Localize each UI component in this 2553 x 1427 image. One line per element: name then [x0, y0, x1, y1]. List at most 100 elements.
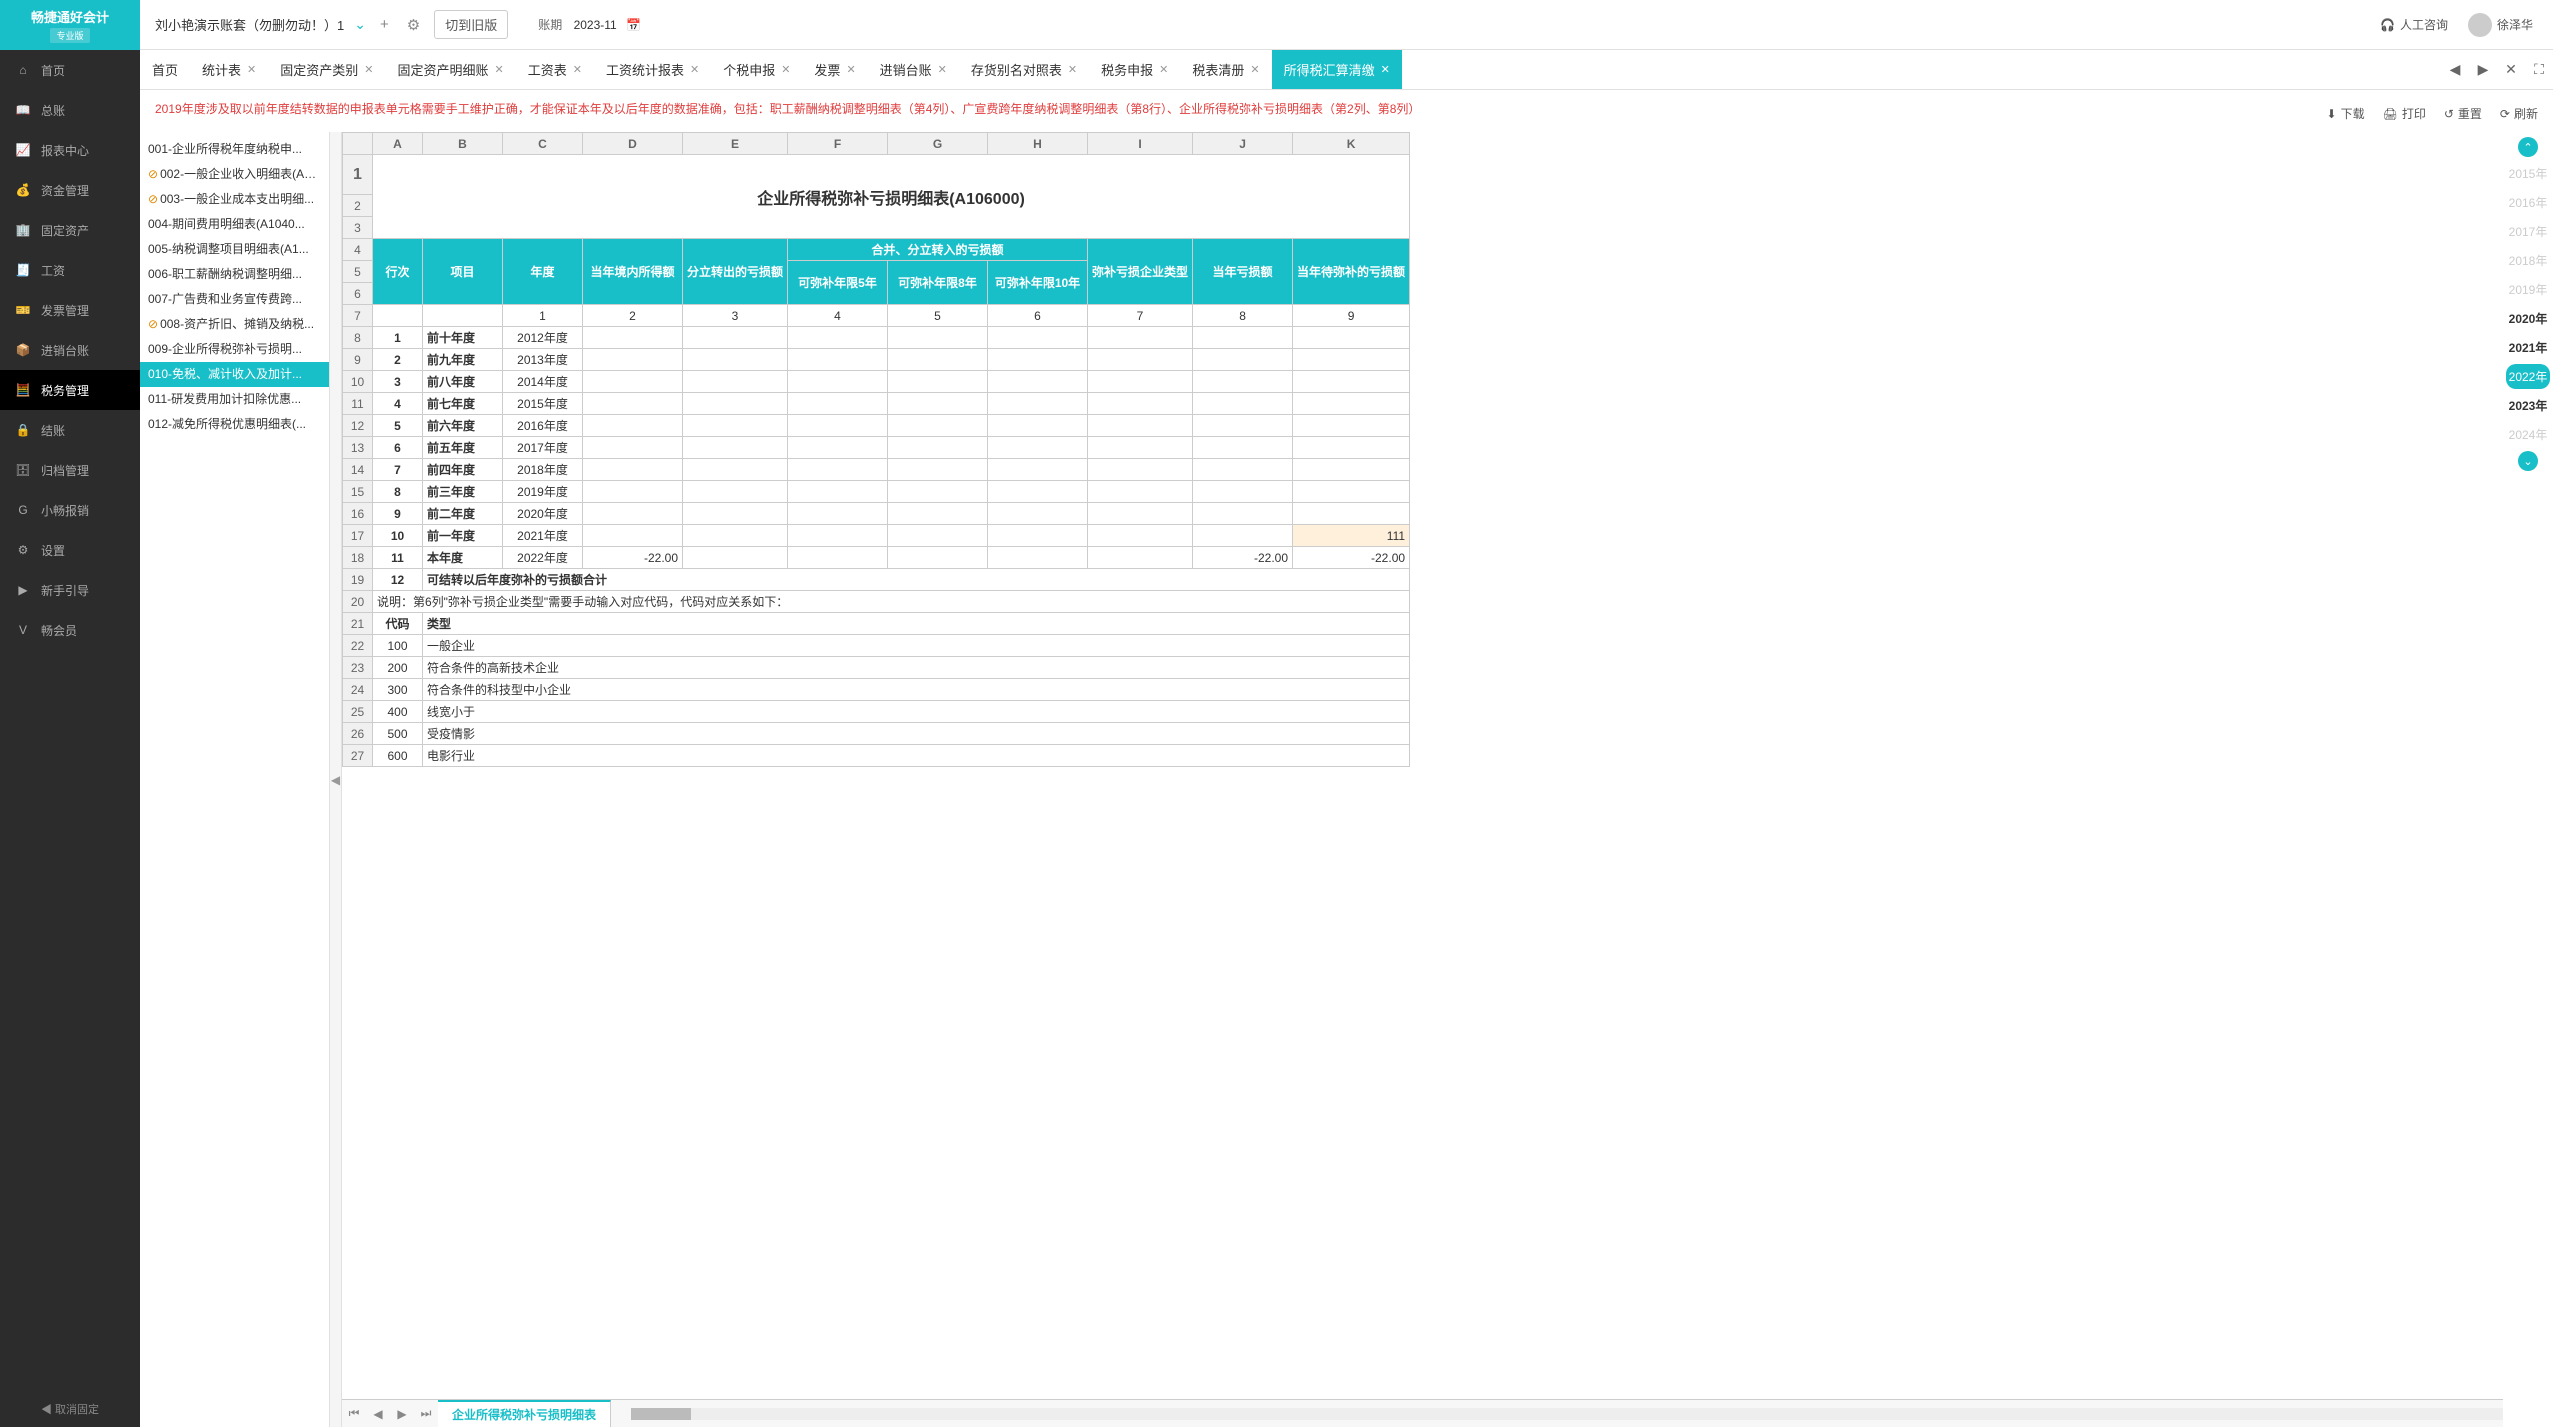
row-header[interactable]: 24 — [343, 679, 373, 701]
tab[interactable]: 所得税汇算清缴✕ — [1272, 50, 1402, 89]
row-header[interactable]: 23 — [343, 657, 373, 679]
tree-item[interactable]: ⊘008-资产折旧、摊销及纳税... — [140, 312, 329, 337]
tab[interactable]: 工资表✕ — [516, 50, 594, 89]
sheet-tab[interactable]: 企业所得税弥补亏损明细表 — [438, 1400, 611, 1427]
close-icon[interactable]: ✕ — [846, 63, 855, 76]
tab[interactable]: 税表清册✕ — [1180, 50, 1271, 89]
sheet-prev-icon[interactable]: ◀ — [366, 1407, 390, 1421]
tree-item[interactable]: 009-企业所得税弥补亏损明... — [140, 337, 329, 362]
tab-close-icon[interactable]: ✕ — [2497, 61, 2525, 78]
row-header[interactable]: 4 — [343, 239, 373, 261]
calendar-icon[interactable]: 📅 — [626, 18, 641, 32]
col-header[interactable]: K — [1293, 133, 1410, 155]
row-header[interactable]: 22 — [343, 635, 373, 657]
row-header[interactable]: 26 — [343, 723, 373, 745]
row-header[interactable]: 13 — [343, 437, 373, 459]
tree-item[interactable]: ⊘003-一般企业成本支出明细... — [140, 187, 329, 212]
close-icon[interactable]: ✕ — [1068, 63, 1077, 76]
close-icon[interactable]: ✕ — [1250, 63, 1259, 76]
col-header[interactable]: H — [988, 133, 1088, 155]
sidebar-item[interactable]: V畅会员 — [0, 610, 140, 650]
sidebar-item[interactable]: ▶新手引导 — [0, 570, 140, 610]
sidebar-item[interactable]: 💰资金管理 — [0, 170, 140, 210]
row-header[interactable]: 3 — [343, 217, 373, 239]
col-header[interactable]: J — [1193, 133, 1293, 155]
row-header[interactable]: 19 — [343, 569, 373, 591]
row-header[interactable]: 9 — [343, 349, 373, 371]
year-button[interactable]: 2020年 — [2506, 306, 2550, 331]
reset-button[interactable]: ↺重置 — [2444, 105, 2482, 122]
close-icon[interactable]: ✕ — [938, 63, 947, 76]
tab[interactable]: 进销台账✕ — [868, 50, 959, 89]
row-header[interactable]: 10 — [343, 371, 373, 393]
collapse-handle[interactable]: ◀ — [330, 132, 342, 1427]
col-header[interactable]: D — [583, 133, 683, 155]
col-header[interactable]: G — [888, 133, 988, 155]
row-header[interactable]: 1 — [343, 155, 373, 195]
tab[interactable]: 固定资产类别✕ — [268, 50, 385, 89]
close-icon[interactable]: ✕ — [690, 63, 699, 76]
row-header[interactable]: 21 — [343, 613, 373, 635]
row-header[interactable]: 27 — [343, 745, 373, 767]
tree-item[interactable]: 007-广告费和业务宣传费跨... — [140, 287, 329, 312]
gear-icon[interactable]: ⚙ — [407, 16, 420, 34]
close-icon[interactable]: ✕ — [781, 63, 790, 76]
col-header[interactable]: A — [373, 133, 423, 155]
tab[interactable]: 首页 — [140, 50, 190, 89]
tree-item[interactable]: 004-期间费用明细表(A1040... — [140, 212, 329, 237]
close-icon[interactable]: ✕ — [573, 63, 582, 76]
sidebar-item[interactable]: 📖总账 — [0, 90, 140, 130]
row-header[interactable]: 17 — [343, 525, 373, 547]
sidebar-item[interactable]: 🧾工资 — [0, 250, 140, 290]
download-button[interactable]: ⬇下载 — [2327, 105, 2365, 122]
row-header[interactable]: 14 — [343, 459, 373, 481]
user-menu[interactable]: 徐泽华 — [2468, 13, 2533, 37]
sidebar-unpin[interactable]: ◀ 取消固定 — [0, 1401, 140, 1417]
print-button[interactable]: 🖨打印 — [2383, 105, 2426, 122]
close-icon[interactable]: ✕ — [1159, 63, 1168, 76]
fullscreen-icon[interactable]: ⛶ — [2525, 61, 2553, 78]
sidebar-item[interactable]: 🎫发票管理 — [0, 290, 140, 330]
year-button[interactable]: 2021年 — [2506, 335, 2550, 360]
close-icon[interactable]: ✕ — [495, 63, 504, 76]
tab[interactable]: 税务申报✕ — [1089, 50, 1180, 89]
sidebar-item[interactable]: 📈报表中心 — [0, 130, 140, 170]
sheet-next-icon[interactable]: ▶ — [390, 1407, 414, 1421]
year-button[interactable]: 2023年 — [2506, 393, 2550, 418]
account-name[interactable]: 刘小艳演示账套（勿删勿动！）1 — [155, 15, 344, 34]
tree-item[interactable]: 010-免税、减计收入及加计... — [140, 362, 329, 387]
row-header[interactable]: 15 — [343, 481, 373, 503]
period-value[interactable]: 2023-11 — [574, 18, 617, 32]
sidebar-item[interactable]: ⌂首页 — [0, 50, 140, 90]
sidebar-item[interactable]: 📦进销台账 — [0, 330, 140, 370]
tab[interactable]: 个税申报✕ — [711, 50, 802, 89]
row-header[interactable]: 25 — [343, 701, 373, 723]
col-header[interactable]: C — [503, 133, 583, 155]
plus-icon[interactable]: + — [380, 16, 389, 33]
close-icon[interactable]: ✕ — [1381, 63, 1390, 76]
row-header[interactable]: 16 — [343, 503, 373, 525]
year-down-icon[interactable]: ⌄ — [2518, 451, 2538, 471]
tab[interactable]: 工资统计报表✕ — [594, 50, 711, 89]
sidebar-item[interactable]: 🔒结账 — [0, 410, 140, 450]
sidebar-item[interactable]: G小畅报销 — [0, 490, 140, 530]
sidebar-item[interactable]: 🏢固定资产 — [0, 210, 140, 250]
h-scrollbar[interactable] — [631, 1408, 2533, 1420]
row-header[interactable]: 7 — [343, 305, 373, 327]
close-icon[interactable]: ✕ — [247, 63, 256, 76]
close-icon[interactable]: ✕ — [364, 63, 373, 76]
tree-item[interactable]: 001-企业所得税年度纳税申... — [140, 137, 329, 162]
row-header[interactable]: 18 — [343, 547, 373, 569]
sheet-first-icon[interactable]: ⏮ — [342, 1406, 366, 1421]
tree-item[interactable]: 011-研发费用加计扣除优惠... — [140, 387, 329, 412]
col-header[interactable]: F — [788, 133, 888, 155]
tree-item[interactable]: ⊘002-一般企业收入明细表(A10... — [140, 162, 329, 187]
col-header[interactable]: E — [683, 133, 788, 155]
row-header[interactable]: 20 — [343, 591, 373, 613]
tree-item[interactable]: 006-职工薪酬纳税调整明细... — [140, 262, 329, 287]
row-header[interactable]: 5 — [343, 261, 373, 283]
grid-scroll[interactable]: ABCDEFGHIJK1企业所得税弥补亏损明细表(A106000)234行次项目… — [342, 132, 2553, 1399]
tab-prev-icon[interactable]: ◀ — [2441, 61, 2469, 78]
year-button[interactable]: 2022年 — [2506, 364, 2550, 389]
col-header[interactable]: B — [423, 133, 503, 155]
